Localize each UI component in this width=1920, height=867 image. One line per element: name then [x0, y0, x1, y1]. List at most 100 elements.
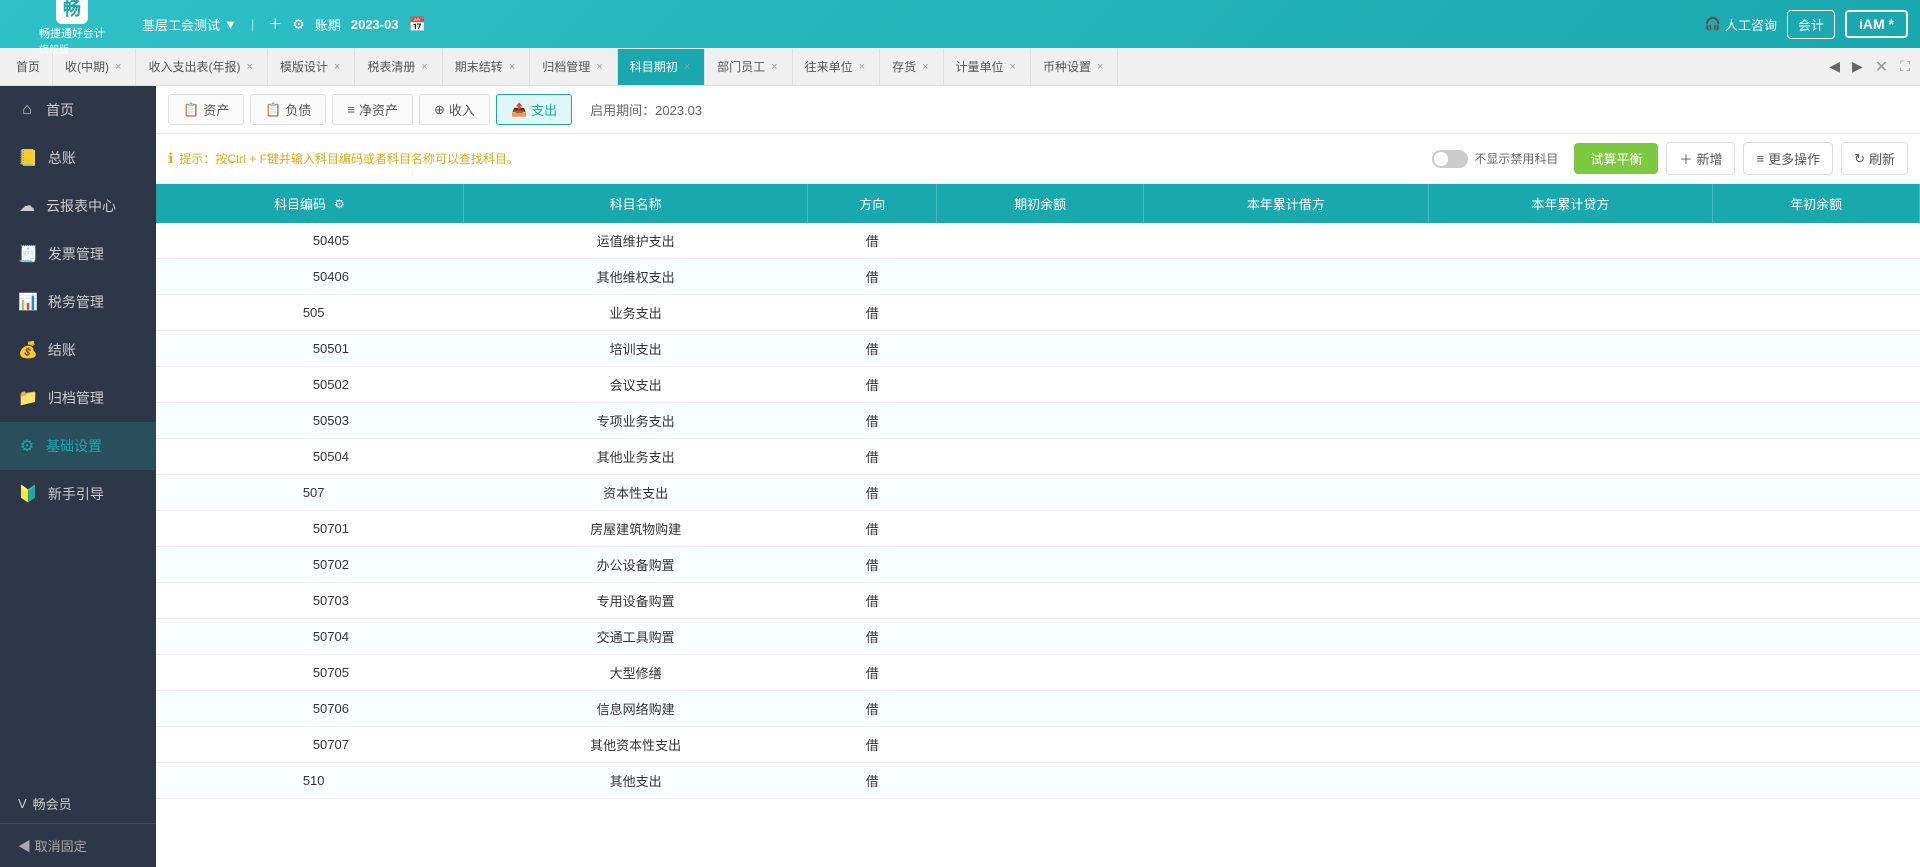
- sub-tab-label-asset: 资产: [203, 100, 229, 119]
- tab-currency[interactable]: 币种设置×: [1031, 49, 1118, 85]
- tab-close-all-button[interactable]: ✕: [1869, 53, 1894, 81]
- tab-nav-prev[interactable]: ◀: [1823, 54, 1846, 79]
- cell-balance-2: [937, 295, 1144, 331]
- sidebar-vip-item[interactable]: V 畅会员: [0, 784, 156, 823]
- cell-name-9: 办公设备购置: [463, 547, 808, 583]
- sidebar-item-ledger[interactable]: 📒总账: [0, 134, 156, 182]
- add-company-button[interactable]: ＋: [268, 14, 282, 34]
- account-button[interactable]: 会计: [1787, 10, 1835, 39]
- tab-nav-next[interactable]: ▶: [1846, 54, 1869, 79]
- tab-dept[interactable]: 部门员工 ×: [705, 49, 792, 85]
- cell-annual-balance-2: [1713, 295, 1920, 331]
- no-disabled-toggle: 不显示禁用科目: [1432, 150, 1558, 168]
- tab-inventory[interactable]: 存货 ×: [880, 49, 943, 85]
- table-row[interactable]: 50503 专项业务支出 借: [156, 403, 1920, 439]
- sidebar-item-archive[interactable]: 📁归档管理: [0, 374, 156, 422]
- tab-close-unit[interactable]: ×: [1008, 60, 1018, 74]
- tab-period[interactable]: 期末结转 ×: [443, 49, 530, 85]
- tab-close-inventory[interactable]: ×: [920, 60, 930, 74]
- tab-close-archive_mgmt[interactable]: ×: [594, 60, 604, 74]
- cell-direction-7: 借: [808, 475, 937, 511]
- company-selector[interactable]: 基层工会测试 ▼: [142, 15, 237, 34]
- table-row[interactable]: 505 业务支出 借: [156, 295, 1920, 331]
- tab-archive_mgmt[interactable]: 归档管理×: [530, 49, 617, 85]
- cell-balance-14: [937, 727, 1144, 763]
- cell-annual-debit-11: [1143, 619, 1428, 655]
- tab-subject_period[interactable]: 科目期初×: [618, 49, 705, 85]
- cell-direction-12: 借: [808, 655, 937, 691]
- table-row[interactable]: 50706 信息网络购建 借: [156, 691, 1920, 727]
- table-row[interactable]: 50701 房屋建筑物购建 借: [156, 511, 1920, 547]
- new-button[interactable]: ＋ 新增: [1666, 142, 1735, 175]
- calendar-icon[interactable]: 📅: [409, 16, 426, 33]
- sidebar-item-tax_mgmt[interactable]: 📊税务管理: [0, 278, 156, 326]
- sidebar-item-invoice[interactable]: 🧾发票管理: [0, 230, 156, 278]
- table-row[interactable]: 50504 其他业务支出 借: [156, 439, 1920, 475]
- table-header: 科目编码 ⚙ 科目名称 方向 期初余额 本年累计借方 本年累计贷方 年初余额: [156, 184, 1920, 223]
- refresh-icon: ↻: [1854, 151, 1865, 167]
- tab-close-tax[interactable]: ×: [419, 60, 429, 74]
- table-row[interactable]: 510 其他支出 借: [156, 763, 1920, 799]
- sub-tab-asset[interactable]: 📋资产: [168, 94, 244, 125]
- table-row[interactable]: 50501 培训支出 借: [156, 331, 1920, 367]
- cell-direction-2: 借: [808, 295, 937, 331]
- table-row[interactable]: 507 资本性支出 借: [156, 475, 1920, 511]
- tab-unit[interactable]: 计量单位×: [944, 49, 1031, 85]
- iamstar-button[interactable]: iAM *: [1845, 10, 1908, 38]
- table-row[interactable]: 50405 运值维护支出 借: [156, 223, 1920, 259]
- sub-tab-expense[interactable]: 📤支出: [496, 94, 572, 125]
- tab-label-income: 收入支出表(年报): [148, 58, 240, 75]
- more-label: 更多操作: [1768, 149, 1820, 168]
- tab-close-cashflow[interactable]: ×: [113, 60, 123, 74]
- sub-tab-liability[interactable]: 📋负债: [250, 94, 326, 125]
- table-row[interactable]: 50406 其他维权支出 借: [156, 259, 1920, 295]
- cell-direction-3: 借: [808, 331, 937, 367]
- table-row[interactable]: 50705 大型修缮 借: [156, 655, 1920, 691]
- sidebar-item-report_center[interactable]: ☁云报表中心: [0, 182, 156, 230]
- col-annual-credit: 本年累计贷方: [1428, 184, 1713, 223]
- help-button[interactable]: 🎧 人工咨询: [1705, 15, 1777, 34]
- tab-template[interactable]: 模版设计×: [268, 49, 355, 85]
- tab-expand-button[interactable]: ⛶: [1894, 54, 1916, 79]
- sub-tab-income_tab[interactable]: ⊕收入: [419, 94, 490, 125]
- tab-label-period: 期末结转: [455, 58, 503, 75]
- cell-annual-credit-10: [1428, 583, 1713, 619]
- sidebar-item-settle[interactable]: 💰结账: [0, 326, 156, 374]
- cell-annual-balance-9: [1713, 547, 1920, 583]
- tab-label-dept: 部门员工: [717, 58, 765, 75]
- table-row[interactable]: 50502 会议支出 借: [156, 367, 1920, 403]
- more-actions-button[interactable]: ≡ 更多操作: [1743, 142, 1833, 175]
- sub-tab-label-liability: 负债: [285, 100, 311, 119]
- sidebar-collapse-button[interactable]: ◀ 取消固定: [0, 823, 156, 867]
- tab-close-customer[interactable]: ×: [857, 60, 867, 74]
- refresh-button[interactable]: ↻ 刷新: [1841, 142, 1908, 175]
- calc-balance-button[interactable]: 试算平衡: [1574, 143, 1658, 174]
- cell-balance-9: [937, 547, 1144, 583]
- new-label: 新增: [1696, 149, 1722, 168]
- table-row[interactable]: 50704 交通工具购置 借: [156, 619, 1920, 655]
- cell-annual-credit-15: [1428, 763, 1713, 799]
- sidebar-item-guide[interactable]: 🔰新手引导: [0, 470, 156, 518]
- sidebar-item-home[interactable]: ⌂首页: [0, 86, 156, 134]
- tab-income[interactable]: 收入支出表(年报) ×: [136, 49, 267, 85]
- cell-code-14: 50707: [156, 727, 463, 763]
- table-row[interactable]: 50702 办公设备购置 借: [156, 547, 1920, 583]
- tab-label-inventory: 存货: [892, 58, 916, 75]
- sidebar-label-archive: 归档管理: [48, 388, 104, 408]
- settings-icon[interactable]: ⚙: [292, 16, 305, 33]
- cell-name-15: 其他支出: [463, 763, 808, 799]
- disabled-toggle-switch[interactable]: [1432, 150, 1468, 168]
- sub-tab-net_asset[interactable]: ≡净资产: [332, 94, 413, 125]
- sidebar-item-settings[interactable]: ⚙基础设置: [0, 422, 156, 470]
- tab-tax[interactable]: 税表清册×: [355, 49, 442, 85]
- tab-close-period[interactable]: ×: [507, 60, 517, 74]
- col-settings-icon[interactable]: ⚙: [334, 197, 345, 211]
- tab-close-dept[interactable]: ×: [769, 60, 779, 74]
- tab-close-income[interactable]: ×: [244, 60, 254, 74]
- tab-close-currency[interactable]: ×: [1095, 60, 1105, 74]
- table-row[interactable]: 50707 其他资本性支出 借: [156, 727, 1920, 763]
- table-row[interactable]: 50703 专用设备购置 借: [156, 583, 1920, 619]
- tab-close-template[interactable]: ×: [332, 60, 342, 74]
- tab-customer[interactable]: 往来单位×: [793, 49, 880, 85]
- tab-close-subject_period[interactable]: ×: [682, 60, 692, 74]
